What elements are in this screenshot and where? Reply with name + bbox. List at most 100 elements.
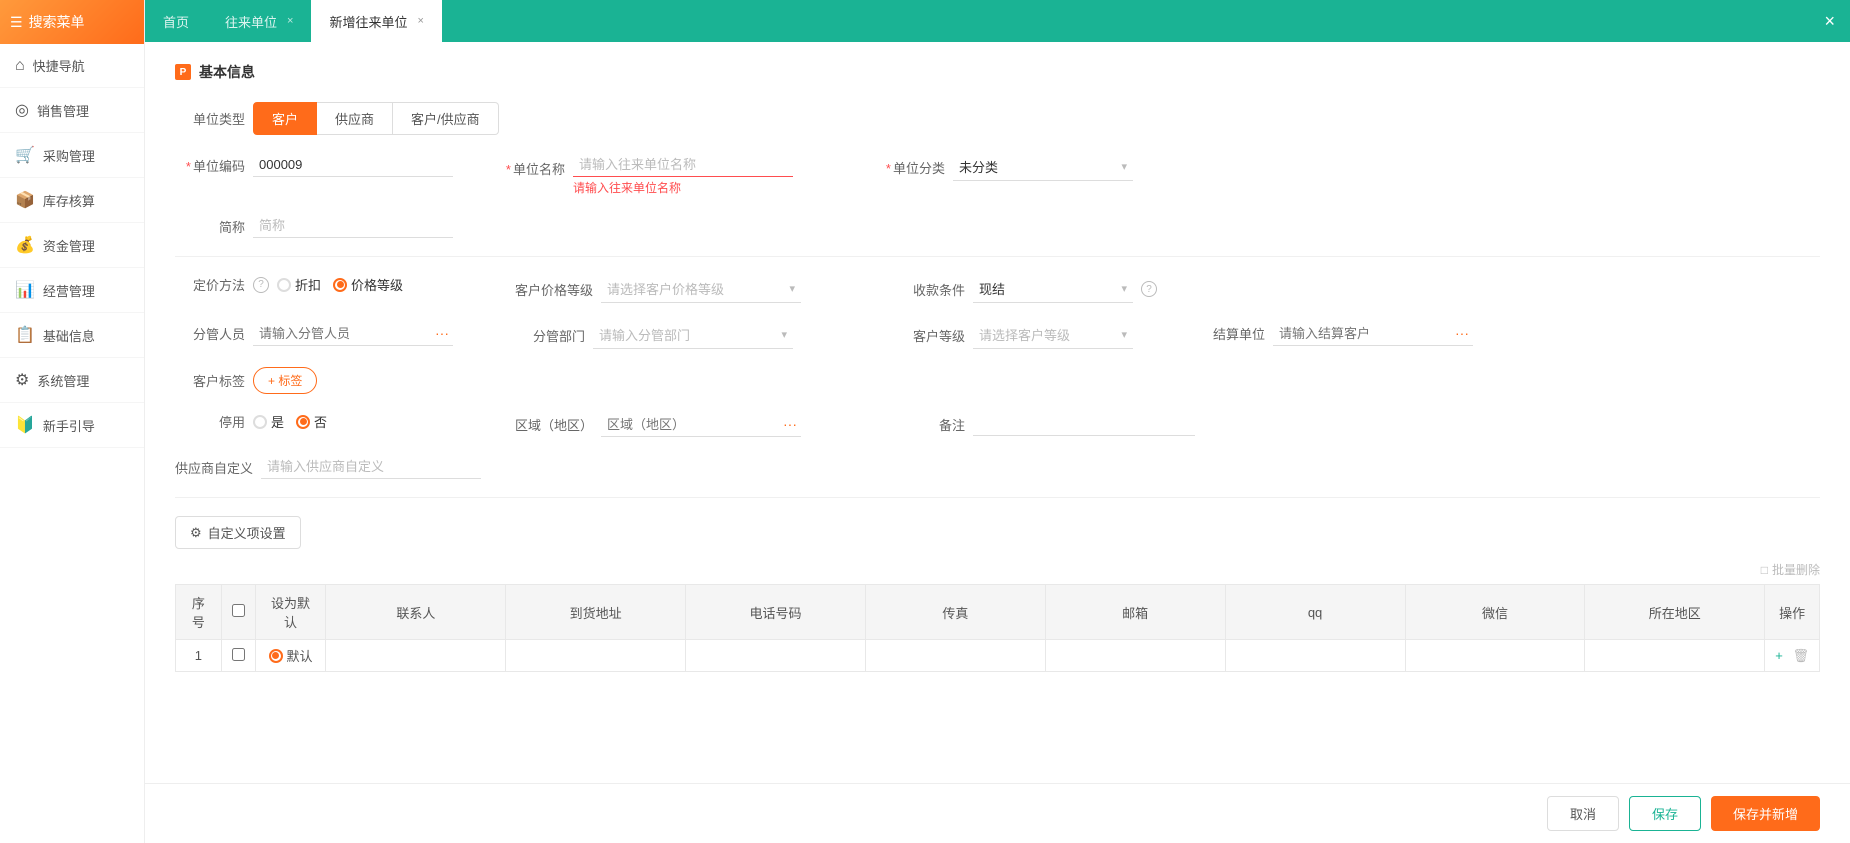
type-btn-both[interactable]: 客户/供应商 (393, 102, 499, 135)
abbr-input[interactable] (253, 214, 453, 238)
sidebar-item-operations[interactable]: 📊 经营管理 (0, 268, 144, 313)
radio-yes[interactable]: 是 (253, 412, 284, 431)
pricing-help-icon[interactable]: ? (253, 277, 269, 293)
save-button[interactable]: 保存 (1629, 796, 1701, 831)
tab-bar: 首页 往来单位 × 新增往来单位 × × (145, 0, 1850, 42)
row-checkbox[interactable] (232, 648, 245, 661)
unit-name-error-msg: 请输入往来单位名称 (573, 179, 793, 196)
pricing-radio-group: 折扣 价格等级 (277, 275, 403, 294)
note-input[interactable] (973, 412, 1195, 436)
qq-input[interactable] (1236, 648, 1395, 663)
customer-level-select[interactable]: 请选择客户等级 ▾ (973, 321, 1133, 349)
customer-price-select[interactable]: 请选择客户价格等级 ▾ (601, 275, 801, 303)
table-head: 序号 设为默认 联系人 到货地址 电话号码 传真 邮箱 qq 微信 所在地区 操… (176, 585, 1820, 640)
section-title: 基本信息 (199, 62, 255, 82)
radio-discount-circle (277, 278, 291, 292)
dept-select[interactable]: 请输入分管部门 ▾ (593, 321, 793, 349)
batch-delete-label[interactable]: 批量删除 (1772, 561, 1820, 578)
unit-name-input[interactable] (573, 153, 793, 177)
row-region[interactable] (1585, 640, 1765, 672)
row-action: + 🗑 (1765, 640, 1820, 672)
sidebar-item-basic-info[interactable]: 📋 基础信息 (0, 313, 144, 358)
region-input2[interactable] (1595, 648, 1754, 663)
row-wechat[interactable] (1405, 640, 1585, 672)
select-all-checkbox[interactable] (232, 604, 245, 617)
manager-dots-btn[interactable]: ··· (435, 325, 449, 341)
unit-code-label: *单位编码 (175, 156, 245, 175)
sidebar-item-inventory[interactable]: 📦 库存核算 (0, 178, 144, 223)
payment-terms-select[interactable]: 现结 ▾ (973, 275, 1133, 303)
tab-partner-list[interactable]: 往来单位 × (207, 0, 311, 42)
tab-bar-right: × (1809, 11, 1850, 32)
manager-input[interactable] (259, 326, 435, 341)
sidebar-search-label: 搜索菜单 (29, 12, 85, 32)
delete-row-btn[interactable]: 🗑 (1792, 648, 1809, 663)
col-wechat: 微信 (1405, 585, 1585, 640)
region-input[interactable] (607, 417, 783, 432)
tab-partner-list-close[interactable]: × (287, 15, 293, 27)
cancel-button[interactable]: 取消 (1547, 796, 1619, 831)
row-email[interactable] (1045, 640, 1225, 672)
customer-price-group: 客户价格等级 请选择客户价格等级 ▾ (515, 275, 895, 303)
col-contact: 联系人 (326, 585, 506, 640)
row-fax[interactable] (865, 640, 1045, 672)
tab-new-partner-close[interactable]: × (417, 15, 423, 27)
sidebar-item-quick-nav[interactable]: ⌂ 快捷导航 (0, 44, 144, 88)
basic-info-icon: 📋 (15, 325, 35, 345)
radio-discount[interactable]: 折扣 (277, 275, 321, 294)
batch-delete-row: □ 批量删除 (175, 561, 1820, 578)
save-and-new-button[interactable]: 保存并新增 (1711, 796, 1820, 831)
manager-group: 分管人员 ··· (175, 321, 515, 346)
settle-unit-dots-btn[interactable]: ··· (1455, 325, 1469, 341)
sidebar-item-label: 采购管理 (43, 146, 95, 165)
tab-new-partner[interactable]: 新增往来单位 × (311, 0, 441, 42)
type-btn-customer[interactable]: 客户 (253, 102, 317, 135)
wechat-input[interactable] (1416, 648, 1575, 663)
custom-settings-button[interactable]: ⚙ 自定义项设置 (175, 516, 301, 549)
form-footer: 取消 保存 保存并新增 (145, 783, 1850, 843)
type-btn-supplier[interactable]: 供应商 (317, 102, 393, 135)
row-address[interactable] (506, 640, 686, 672)
customer-tag-label: 客户标签 (175, 371, 245, 390)
row-phone[interactable] (686, 640, 866, 672)
settle-unit-input[interactable] (1279, 326, 1455, 341)
sidebar-item-system[interactable]: ⚙ 系统管理 (0, 358, 144, 403)
radio-no[interactable]: 否 (296, 412, 327, 431)
unit-category-value: 未分类 (959, 157, 1117, 176)
unit-category-select[interactable]: 未分类 ▾ (953, 153, 1133, 181)
region-dots-btn[interactable]: ··· (783, 416, 797, 432)
sidebar-item-finance[interactable]: 💰 资金管理 (0, 223, 144, 268)
email-input[interactable] (1056, 648, 1215, 663)
add-tag-button[interactable]: + 标签 (253, 367, 317, 394)
sidebar-search[interactable]: ☰ 搜索菜单 (0, 0, 144, 44)
sidebar-item-purchase[interactable]: 🛒 采购管理 (0, 133, 144, 178)
row-contact[interactable] (326, 640, 506, 672)
unit-code-input[interactable] (253, 153, 453, 177)
main-area: 首页 往来单位 × 新增往来单位 × × P 基本信息 单位类型 客户 供应商 (145, 0, 1850, 843)
customer-tag-group: 客户标签 + 标签 (175, 367, 1820, 394)
row-default-radio[interactable]: 默认 (266, 646, 316, 665)
close-all-tabs[interactable]: × (1809, 11, 1850, 31)
supplier-custom-input[interactable] (261, 455, 481, 479)
tab-home[interactable]: 首页 (145, 0, 207, 42)
radio-price-level[interactable]: 价格等级 (333, 275, 403, 294)
sidebar: ☰ 搜索菜单 ⌂ 快捷导航 ◎ 销售管理 🛒 采购管理 📦 库存核算 💰 资金管… (0, 0, 145, 843)
col-address: 到货地址 (506, 585, 686, 640)
contact-input[interactable] (336, 648, 495, 663)
col-default: 设为默认 (255, 585, 326, 640)
phone-input[interactable] (696, 648, 855, 663)
fax-input[interactable] (876, 648, 1035, 663)
col-fax: 传真 (865, 585, 1045, 640)
radio-yes-label: 是 (271, 412, 284, 431)
payment-help-icon[interactable]: ? (1141, 281, 1157, 297)
add-row-btn[interactable]: + (1775, 648, 1783, 663)
address-input[interactable] (516, 648, 675, 663)
table-header-row: 序号 设为默认 联系人 到货地址 电话号码 传真 邮箱 qq 微信 所在地区 操… (176, 585, 1820, 640)
row-qq[interactable] (1225, 640, 1405, 672)
sidebar-item-guide[interactable]: 🔰 新手引导 (0, 403, 144, 448)
unit-type-label: 单位类型 (175, 109, 245, 128)
sidebar-item-sales[interactable]: ◎ 销售管理 (0, 88, 144, 133)
manager-row: 分管人员 ··· 分管部门 请输入分管部门 ▾ 客户等级 请选择客户等级 (175, 321, 1820, 349)
tab-new-partner-label: 新增往来单位 (329, 12, 407, 31)
region-input-wrapper: ··· (601, 412, 801, 437)
